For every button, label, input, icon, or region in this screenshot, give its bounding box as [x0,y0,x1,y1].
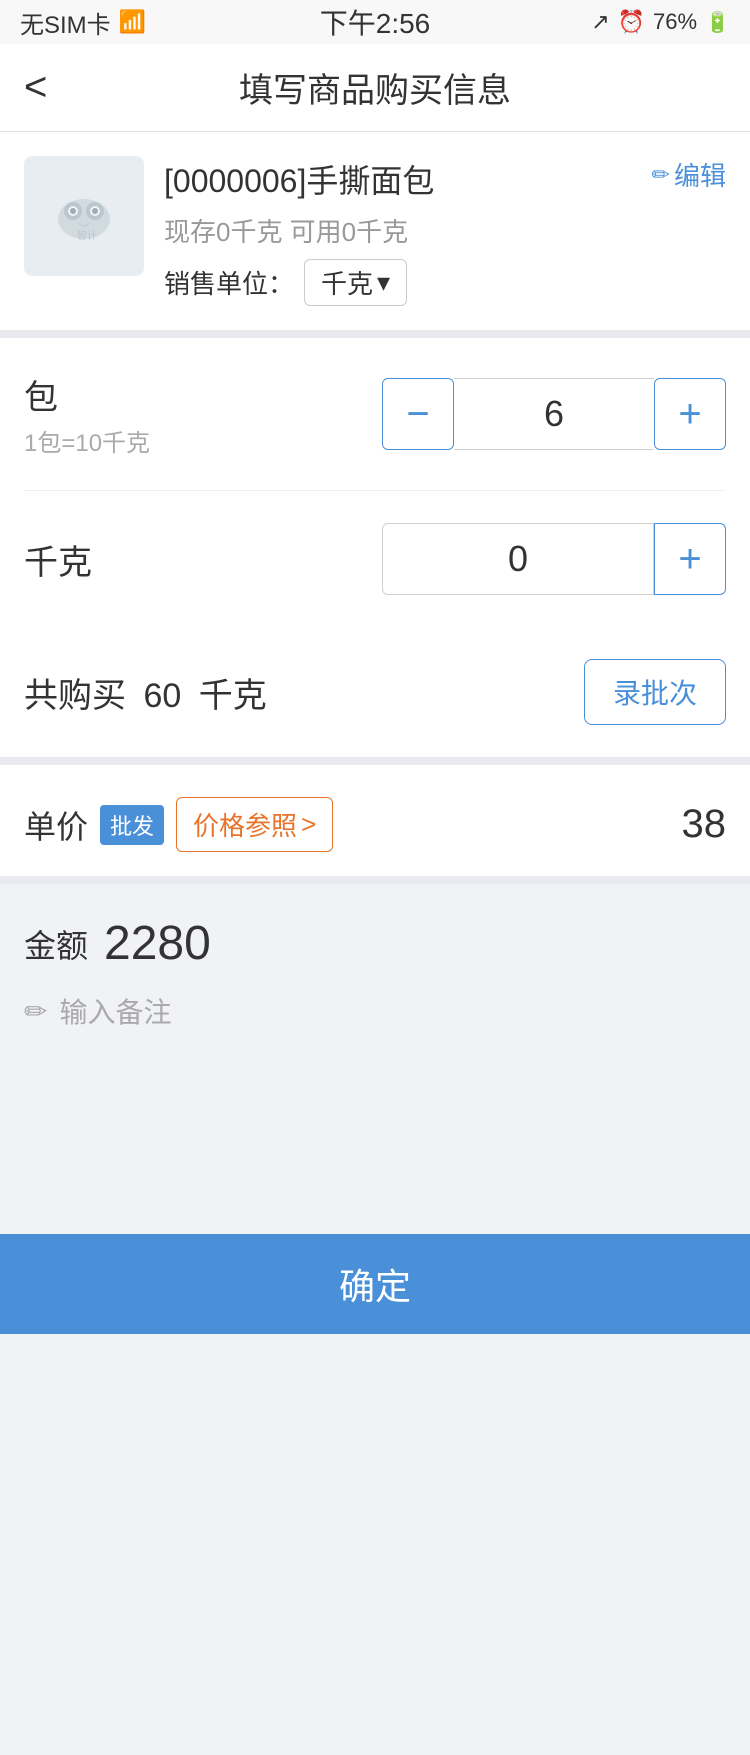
page-title: 填写商品购买信息 [239,63,511,112]
carrier-text: 无SIM卡 [20,5,111,40]
bag-quantity-row: 包 1包=10千克 − + [24,338,726,491]
bag-label: 包 1包=10千克 [24,370,150,458]
price-label: 单价 批发 价格参照 > [24,797,333,852]
bag-quantity-control: − + [382,378,726,450]
amount-section: 金额 2280 ✏ 输入备注 [0,884,750,1055]
remark-label: 输入备注 [59,991,171,1031]
amount-value: 2280 [104,916,211,971]
total-text: 共购买 60 千克 [24,668,267,717]
price-row: 单价 批发 价格参照 > 38 [24,797,726,852]
nav-bar: < 填写商品购买信息 [0,44,750,132]
back-button[interactable]: < [24,65,47,110]
price-value: 38 [682,802,727,847]
alarm-icon: ⏰ [618,9,645,35]
bag-quantity-input[interactable] [454,378,654,450]
product-info: [0000006]手撕面包 现存0千克 可用0千克 销售单位： 千克 ▾ [164,156,726,306]
batch-button[interactable]: 录批次 [584,659,726,725]
product-stock: 现存0千克 可用0千克 [164,212,726,249]
kg-increment-button[interactable]: + [654,523,726,595]
price-badge: 批发 [100,805,164,845]
location-icon: ↗ [591,9,609,35]
bag-section: 包 1包=10千克 − + 千克 + [0,338,750,627]
product-unit: 销售单位： 千克 ▾ [164,259,726,306]
kg-quantity-control: + [382,523,726,595]
kg-quantity-input[interactable] [382,523,654,595]
total-row: 共购买 60 千克 录批次 [0,627,750,765]
status-bar: 无SIM卡 📶 下午2:56 ↗ ⏰ 76% 🔋 [0,0,750,44]
unit-select[interactable]: 千克 ▾ [304,259,407,306]
bag-decrement-button[interactable]: − [382,378,454,450]
amount-label: 金额 [24,921,88,967]
edit-icon: ✏ [652,162,670,188]
remark-icon: ✏ [24,995,47,1028]
main-content [0,1055,750,1755]
product-image: 智计 [24,156,144,276]
kg-quantity-row: 千克 + [24,491,726,627]
battery-icon: 🔋 [705,10,730,35]
amount-row: 金额 2280 [24,916,726,971]
kg-label: 千克 [24,535,92,584]
confirm-button[interactable]: 确定 [0,1234,750,1334]
svg-text:智计: 智计 [77,229,97,241]
price-section: 单价 批发 价格参照 > 38 [0,765,750,884]
product-name: [0000006]手撕面包 [164,156,726,202]
price-ref-arrow: > [301,809,316,840]
time-display: 下午2:56 [320,2,431,42]
bag-increment-button[interactable]: + [654,378,726,450]
edit-button[interactable]: ✏ 编辑 [652,156,726,193]
unit-label: 销售单位： [164,264,294,301]
wifi-icon: 📶 [119,9,146,35]
remark-row[interactable]: ✏ 输入备注 [24,991,726,1031]
product-card: 智计 [0000006]手撕面包 现存0千克 可用0千克 销售单位： 千克 ▾ … [0,132,750,338]
battery-text: 76% [653,9,697,35]
price-ref-button[interactable]: 价格参照 > [176,797,333,852]
